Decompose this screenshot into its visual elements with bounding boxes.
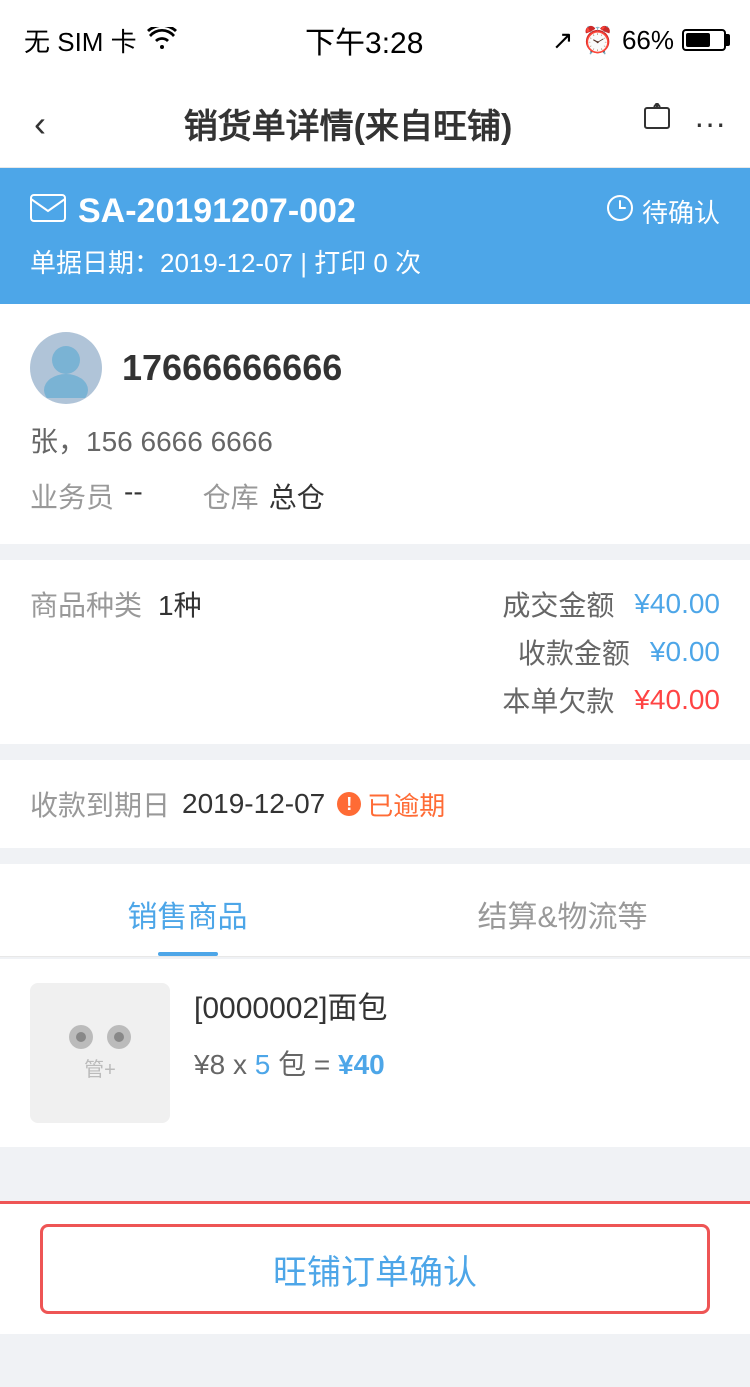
amount-value: ¥40.00 [634,588,720,620]
alarm-icon: ⏰ [582,25,614,56]
summary-left: 商品种类 1种 [30,584,502,624]
summary-section: 商品种类 1种 成交金额 ¥40.00 收款金额 ¥0.00 本单欠款 ¥40.… [0,560,750,744]
tab-sales-products[interactable]: 销售商品 [0,864,375,956]
status-text: 待确认 [642,193,720,230]
product-total: ¥40 [338,1049,385,1080]
product-quantity: 5 [255,1049,271,1080]
due-date-section: 收款到期日 2019-12-07 ! 已逾期 [0,760,750,848]
summary-right: 成交金额 ¥40.00 收款金额 ¥0.00 本单欠款 ¥40.00 [502,584,720,720]
product-type-label: 商品种类 [30,584,142,624]
product-thumbnail: 管+ [30,983,170,1123]
back-button[interactable]: ‹ [24,93,56,155]
battery-percent: 66% [622,25,674,56]
product-info: [0000002]面包 ¥8 x 5 包 = ¥40 [194,983,720,1083]
tabs-row: 销售商品 结算&物流等 [0,864,750,957]
customer-meta: 业务员 -- 仓库 总仓 [30,476,720,516]
product-section: 管+ [0000002]面包 ¥8 x 5 包 = ¥40 [0,959,750,1147]
due-date-value: 2019-12-07 [182,788,325,820]
nav-bar: ‹ 销货单详情(来自旺铺) ··· [0,80,750,168]
product-price: ¥8 x 5 包 = ¥40 [194,1043,720,1083]
customer-section: 17666666666 张，156 6666 6666 业务员 -- 仓库 总仓 [0,304,750,544]
overdue-badge: ! 已逾期 [337,786,445,823]
amount-label: 成交金额 [502,584,614,624]
time-label: 下午3:28 [305,18,423,62]
navigation-icon: ↗ [552,25,574,56]
page-title: 销货单详情(来自旺铺) [184,99,513,148]
order-id-text: SA-20191207-002 [78,192,356,231]
order-envelope-icon [30,192,66,231]
order-header: SA-20191207-002 待确认 单据日期：2019-12-07 | 打印… [0,168,750,304]
owed-value: ¥40.00 [634,684,720,716]
warehouse-label: 仓库 [203,476,259,516]
order-id-row: SA-20191207-002 [30,192,356,231]
battery-icon [682,29,726,51]
status-left: 无 SIM 卡 [24,22,177,59]
wifi-icon [147,25,177,56]
share-icon[interactable] [640,103,674,145]
product-item: 管+ [0000002]面包 ¥8 x 5 包 = ¥40 [30,983,720,1123]
payment-label: 收款金额 [518,632,630,672]
product-type-value: 1种 [158,584,202,624]
carrier-label: 无 SIM 卡 [24,22,137,59]
owed-label: 本单欠款 [502,680,614,720]
avatar [30,332,102,404]
overdue-icon: ! [337,792,361,816]
order-date: 单据日期：2019-12-07 | 打印 0 次 [30,243,720,280]
status-right: ↗ ⏰ 66% [552,25,726,56]
confirm-btn-wrapper: 旺铺订单确认 [0,1201,750,1334]
order-status: 待确认 [606,193,720,230]
product-name: [0000002]面包 [194,983,720,1027]
salesperson-label: 业务员 [30,476,114,516]
status-bar: 无 SIM 卡 下午3:28 ↗ ⏰ 66% [0,0,750,80]
salesperson-value: -- [124,476,143,516]
payment-value: ¥0.00 [650,636,720,668]
due-label: 收款到期日 [30,784,170,824]
confirm-button[interactable]: 旺铺订单确认 [40,1224,710,1314]
more-icon[interactable]: ··· [694,105,726,142]
overdue-text: 已逾期 [367,786,445,823]
customer-phone: 17666666666 [122,347,342,389]
nav-actions: ··· [640,103,726,145]
clock-icon [606,194,634,229]
warehouse-value: 总仓 [269,476,325,516]
tabs-section: 销售商品 结算&物流等 [0,864,750,957]
customer-name: 张，156 6666 6666 [30,420,720,460]
tab-settlement[interactable]: 结算&物流等 [375,864,750,956]
